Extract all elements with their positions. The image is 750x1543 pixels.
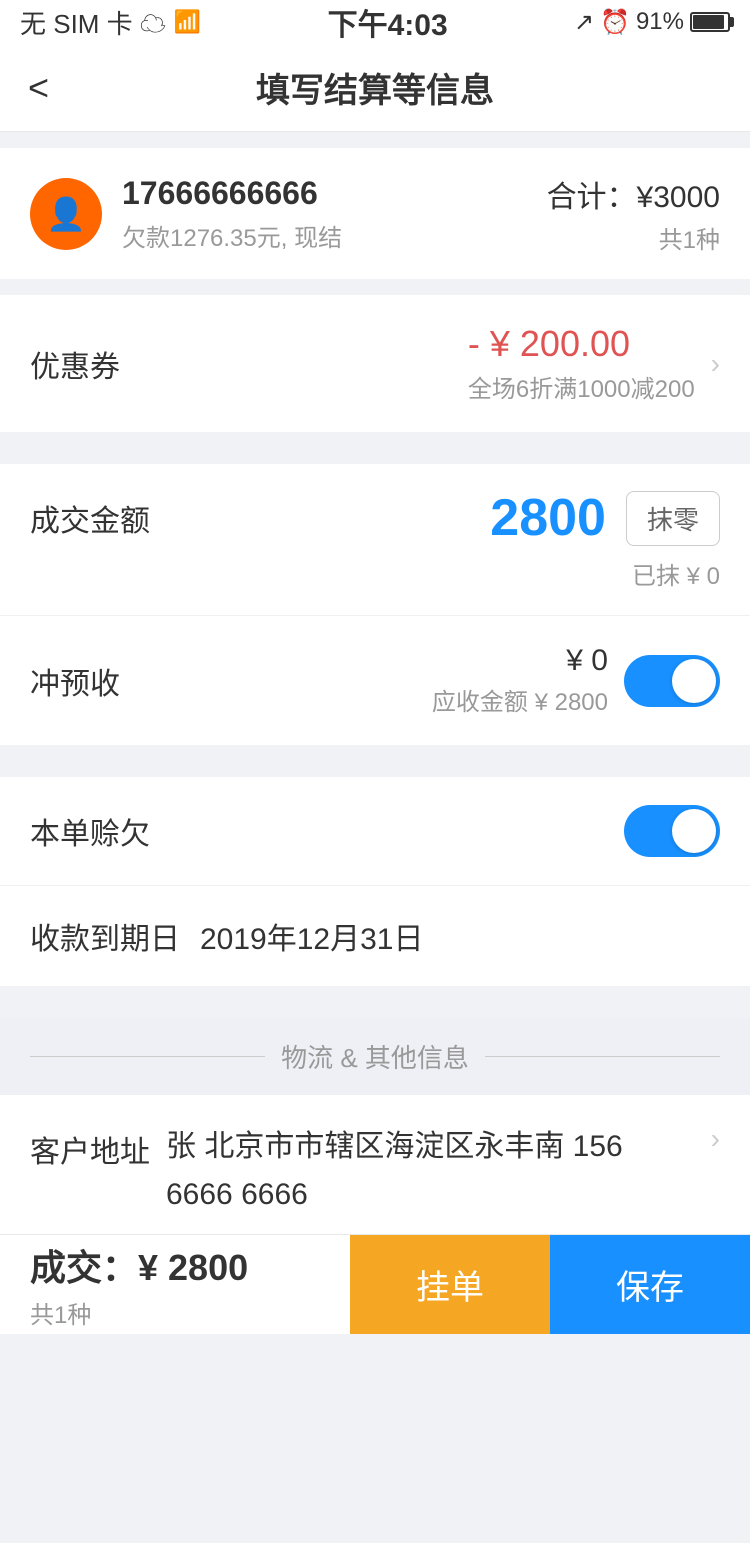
- customer-section: 👤 17666666666 欠款1276.35元, 现结 合计：¥3000 共1…: [0, 148, 750, 279]
- sep-line-right: [485, 1056, 720, 1057]
- battery-icon: [690, 12, 730, 32]
- round-zero-button[interactable]: 抹零: [626, 491, 720, 546]
- wifi-icon: 📶: [174, 9, 201, 35]
- coupon-amount-area: - ¥ 200.00 全场6折满1000减200: [468, 323, 695, 404]
- logistics-sep: 物流 & 其他信息: [0, 1018, 750, 1095]
- customer-right: 合计：¥3000 共1种: [547, 172, 720, 255]
- chong-yushou-amount: ¥ 0: [432, 644, 608, 678]
- save-button[interactable]: 保存: [550, 1235, 750, 1334]
- customer-left: 👤 17666666666 欠款1276.35元, 现结: [30, 175, 342, 253]
- bottom-bar: 成交：¥ 2800 共1种 挂单 保存: [0, 1234, 750, 1334]
- battery-percent: 91%: [636, 8, 684, 36]
- deal-sub-text: 已抹 ¥ 0: [632, 563, 720, 590]
- due-date-value: 2019年12月31日: [200, 914, 423, 958]
- coupon-desc: 全场6折满1000减200: [468, 369, 695, 404]
- location-icon: ↗: [574, 8, 594, 37]
- chong-yushou-row: 冲预收 ¥ 0 应收金额 ¥ 2800: [0, 616, 750, 745]
- customer-row: 👤 17666666666 欠款1276.35元, 现结 合计：¥3000 共1…: [0, 148, 750, 279]
- alarm-icon: ⏰: [600, 8, 630, 37]
- deal-amount-label: 成交金额: [30, 496, 150, 540]
- coupon-section[interactable]: 优惠券 - ¥ 200.00 全场6折满1000减200 ›: [0, 295, 750, 432]
- address-row[interactable]: 客户地址 张 北京市市辖区海淀区永丰南 156 6666 6666 ›: [0, 1095, 750, 1247]
- status-left: 无 SIM 卡 ☁ 📶: [20, 4, 201, 41]
- deal-row: 成交金额 2800 抹零: [30, 488, 720, 548]
- chong-yushou-label: 冲预收: [30, 659, 120, 703]
- customer-info: 17666666666 欠款1276.35元, 现结: [122, 175, 342, 253]
- chevron-right-icon: ›: [711, 348, 720, 380]
- address-chevron-icon: ›: [711, 1123, 720, 1155]
- back-button[interactable]: <: [28, 67, 49, 109]
- chong-yushou-toggle[interactable]: [624, 655, 720, 707]
- credit-row: 本单赊欠: [0, 777, 750, 885]
- chong-yushou-right: ¥ 0 应收金额 ¥ 2800: [432, 644, 720, 717]
- deal-section: 成交金额 2800 抹零 已抹 ¥ 0 冲预收 ¥ 0 应收金额 ¥ 2800: [0, 464, 750, 745]
- status-right: ↗ ⏰ 91%: [574, 8, 730, 37]
- nav-bar: < 填写结算等信息: [0, 44, 750, 132]
- bottom-spacer: [0, 1423, 750, 1543]
- coupon-amount: - ¥ 200.00: [468, 323, 695, 365]
- status-time: 下午4:03: [328, 0, 448, 44]
- total-price: 合计：¥3000: [547, 172, 720, 216]
- total-count: 共1种: [547, 220, 720, 255]
- coupon-right: - ¥ 200.00 全场6折满1000减200 ›: [468, 323, 720, 404]
- bottom-count: 共1种: [30, 1295, 320, 1330]
- credit-label: 本单赊欠: [30, 809, 150, 853]
- logistics-label: 物流 & 其他信息: [281, 1038, 469, 1075]
- due-date-label: 收款到期日: [30, 914, 180, 958]
- deal-right: 2800 抹零: [490, 488, 720, 548]
- address-section[interactable]: 客户地址 张 北京市市辖区海淀区永丰南 156 6666 6666 ›: [0, 1095, 750, 1247]
- chong-yushou-info: ¥ 0 应收金额 ¥ 2800: [432, 644, 608, 717]
- bottom-deal-prefix: 成交：: [30, 1247, 138, 1288]
- divider-2: [0, 761, 750, 777]
- address-value: 张 北京市市辖区海淀区永丰南 156 6666 6666: [166, 1123, 695, 1219]
- bottom-deal-label: 成交：¥ 2800: [30, 1239, 320, 1291]
- avatar: 👤: [30, 178, 102, 250]
- customer-phone: 17666666666: [122, 175, 342, 212]
- customer-sub: 欠款1276.35元, 现结: [122, 218, 342, 253]
- coupon-label: 优惠券: [30, 342, 120, 386]
- deal-amount-area: 成交金额 2800 抹零 已抹 ¥ 0: [0, 464, 750, 615]
- credit-section: 本单赊欠 收款到期日 2019年12月31日: [0, 777, 750, 986]
- sim-label: 无 SIM 卡 ☁: [20, 4, 166, 41]
- status-bar: 无 SIM 卡 ☁ 📶 下午4:03 ↗ ⏰ 91%: [0, 0, 750, 44]
- credit-toggle[interactable]: [624, 805, 720, 857]
- deal-sub-area: 已抹 ¥ 0: [30, 556, 720, 591]
- deal-amount-value: 2800: [490, 488, 606, 548]
- page-title: 填写结算等信息: [256, 63, 494, 112]
- divider-3: [0, 1002, 750, 1018]
- bottom-deal-amount: ¥ 2800: [138, 1247, 248, 1288]
- hang-button[interactable]: 挂单: [350, 1235, 550, 1334]
- due-date-row: 收款到期日 2019年12月31日: [0, 885, 750, 986]
- bottom-summary: 成交：¥ 2800 共1种: [0, 1235, 350, 1334]
- chong-yushou-sub: 应收金额 ¥ 2800: [432, 682, 608, 717]
- coupon-row[interactable]: 优惠券 - ¥ 200.00 全场6折满1000减200 ›: [0, 295, 750, 432]
- address-label: 客户地址: [30, 1127, 150, 1171]
- sep-line-left: [30, 1056, 265, 1057]
- credit-toggle-knob: [672, 809, 716, 853]
- toggle-knob: [672, 659, 716, 703]
- divider-1: [0, 448, 750, 464]
